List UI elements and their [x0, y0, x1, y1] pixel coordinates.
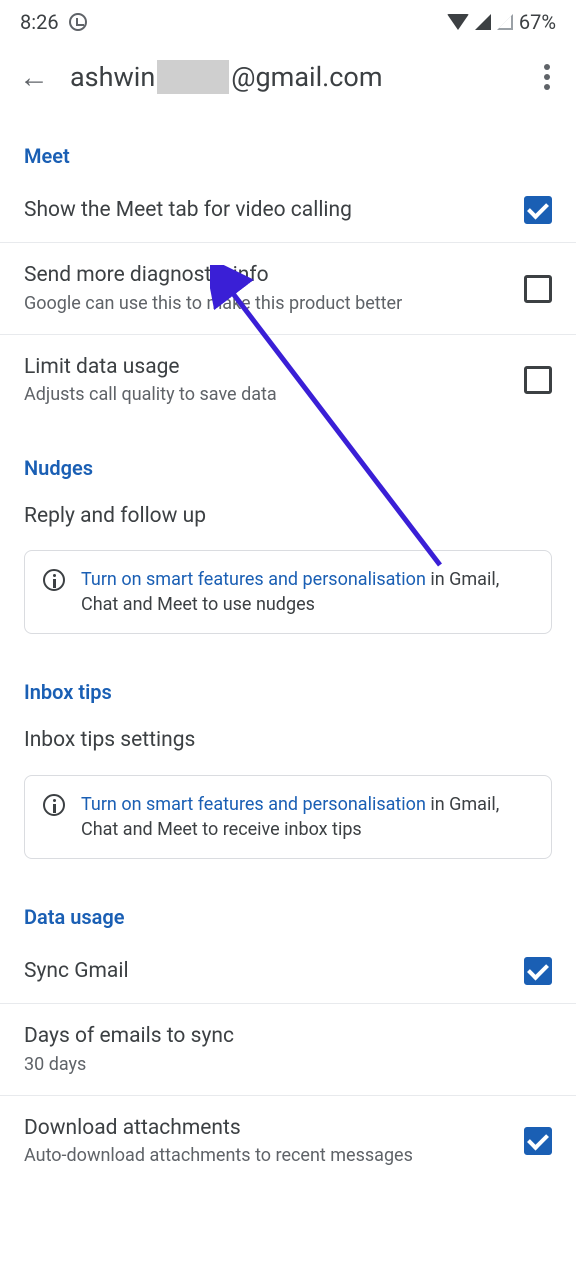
checkbox-download-attachments[interactable]	[524, 1127, 552, 1155]
row-show-meet-tab[interactable]: Show the Meet tab for video calling	[0, 178, 576, 243]
row-inbox-tips-settings[interactable]: Inbox tips settings	[0, 714, 576, 760]
back-button[interactable]: ←	[16, 60, 52, 95]
checkbox-sync-gmail[interactable]	[524, 957, 552, 985]
row-title: Sync Gmail	[24, 957, 508, 985]
row-title: Limit data usage	[24, 353, 508, 381]
info-link: Turn on smart features and personalisati…	[81, 569, 426, 590]
info-card-nudges[interactable]: Turn on smart features and personalisati…	[24, 550, 552, 634]
status-bar: 8:26 67%	[0, 0, 576, 40]
row-download-attachments[interactable]: Download attachments Auto-download attac…	[0, 1096, 576, 1187]
redacted-block	[157, 60, 229, 94]
row-title: Reply and follow up	[24, 502, 552, 530]
info-card-inbox-tips[interactable]: Turn on smart features and personalisati…	[24, 775, 552, 859]
app-bar: ← ashwin @gmail.com	[0, 40, 576, 114]
wifi-icon	[447, 14, 469, 30]
row-subtitle: Google can use this to make this product…	[24, 292, 508, 316]
info-text: Turn on smart features and personalisati…	[81, 567, 533, 617]
row-title: Show the Meet tab for video calling	[24, 196, 508, 224]
checkbox-diagnostic-info[interactable]	[524, 275, 552, 303]
row-sync-gmail[interactable]: Sync Gmail	[0, 939, 576, 1004]
status-time: 8:26	[20, 10, 59, 34]
info-link: Turn on smart features and personalisati…	[81, 794, 426, 815]
status-battery: 67%	[519, 10, 556, 34]
row-title: Send more diagnostic info	[24, 261, 508, 289]
signal-icon	[475, 14, 491, 30]
account-email: ashwin @gmail.com	[70, 60, 520, 94]
row-title: Days of emails to sync	[24, 1022, 552, 1050]
row-subtitle: Auto-download attachments to recent mess…	[24, 1144, 508, 1168]
email-suffix: @gmail.com	[231, 61, 382, 93]
status-right: 67%	[447, 10, 556, 34]
row-diagnostic-info[interactable]: Send more diagnostic info Google can use…	[0, 243, 576, 335]
info-text: Turn on smart features and personalisati…	[81, 792, 533, 842]
email-prefix: ashwin	[70, 61, 155, 93]
row-subtitle: Adjusts call quality to save data	[24, 383, 508, 407]
row-limit-data[interactable]: Limit data usage Adjusts call quality to…	[0, 335, 576, 426]
checkbox-show-meet-tab[interactable]	[524, 196, 552, 224]
section-inbox-tips-header: Inbox tips	[0, 634, 576, 714]
row-reply-followup[interactable]: Reply and follow up	[0, 490, 576, 536]
status-left: 8:26	[20, 10, 87, 34]
info-icon	[43, 569, 65, 591]
section-nudges-header: Nudges	[0, 426, 576, 490]
info-icon	[43, 794, 65, 816]
row-title: Inbox tips settings	[24, 726, 552, 754]
row-subtitle: 30 days	[24, 1053, 552, 1077]
row-title: Download attachments	[24, 1114, 508, 1142]
section-data-usage-header: Data usage	[0, 859, 576, 939]
section-meet-header: Meet	[0, 114, 576, 178]
checkbox-limit-data[interactable]	[524, 366, 552, 394]
signal-empty-icon	[497, 14, 513, 30]
clock-icon	[69, 13, 87, 31]
more-menu-button[interactable]	[538, 58, 556, 96]
row-days-sync[interactable]: Days of emails to sync 30 days	[0, 1004, 576, 1096]
